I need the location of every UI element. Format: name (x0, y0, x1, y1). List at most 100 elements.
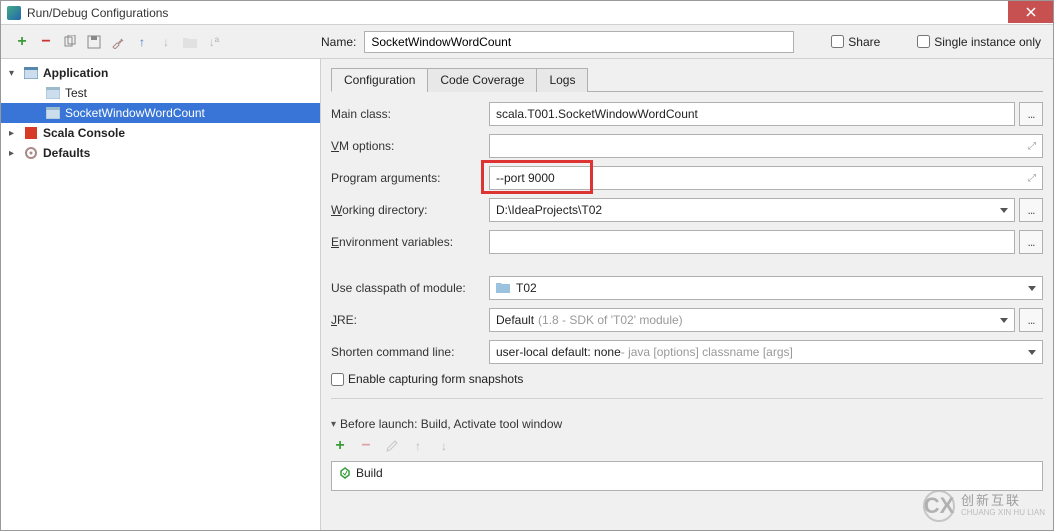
separator (331, 398, 1043, 399)
jre-value: Default (496, 313, 534, 327)
tree-node-application[interactable]: ▾ Application (1, 63, 320, 83)
tab-configuration[interactable]: Configuration (331, 68, 428, 92)
expand-icon[interactable]: ⤢ (1028, 141, 1036, 152)
tabs: Configuration Code Coverage Logs (331, 67, 1043, 92)
add-config-button[interactable]: + (13, 33, 31, 51)
module-icon (496, 281, 510, 296)
program-arguments-value: --port 9000 (496, 171, 555, 185)
enable-snapshots-checkbox-wrap[interactable]: Enable capturing form snapshots (331, 372, 523, 386)
move-up-button[interactable]: ↑ (133, 33, 151, 51)
environment-variables-label: Environment variables: (331, 235, 489, 249)
move-down-button[interactable]: ↓ (157, 33, 175, 51)
toolbar-right: Name: Share Single instance only (321, 31, 1053, 53)
config-tree: ▾ Application Test SocketWindowWordCount… (1, 59, 321, 530)
folder-icon (183, 36, 197, 48)
vm-options-field[interactable]: ⤢ (489, 134, 1043, 158)
gear-icon (23, 146, 39, 160)
share-checkbox-wrap[interactable]: Share (831, 35, 880, 49)
application-icon (45, 86, 61, 100)
sort-button[interactable]: ↓ª (205, 33, 223, 51)
expand-icon: ▸ (9, 128, 23, 139)
share-checkbox[interactable] (831, 35, 844, 48)
wrench-button[interactable] (109, 33, 127, 51)
name-label: Name: (321, 35, 356, 49)
working-directory-browse-button[interactable]: ... (1019, 198, 1043, 222)
working-directory-label: Working directory: (331, 203, 489, 217)
before-launch-toolbar: + − ↑ ↓ (331, 431, 1043, 461)
vm-options-label: VM options: (331, 139, 489, 153)
pencil-icon (386, 440, 398, 452)
main-class-browse-button[interactable]: ... (1019, 102, 1043, 126)
tree-node-defaults[interactable]: ▸ Defaults (1, 143, 320, 163)
watermark: CX 创新互联 CHUANG XIN HU LIAN (923, 490, 1045, 522)
build-icon (338, 466, 352, 480)
watermark-text-py: CHUANG XIN HU LIAN (961, 509, 1045, 518)
before-launch-item-label: Build (356, 466, 383, 480)
tab-logs[interactable]: Logs (536, 68, 588, 92)
tree-node-socketwindowwordcount[interactable]: SocketWindowWordCount (1, 103, 320, 123)
app-icon (7, 6, 21, 20)
bl-add-button[interactable]: + (331, 437, 349, 455)
jre-label: JRE: (331, 313, 489, 327)
program-arguments-field[interactable]: --port 9000 ⤢ (489, 166, 1043, 190)
environment-variables-browse-button[interactable]: ... (1019, 230, 1043, 254)
bl-down-button[interactable]: ↓ (435, 437, 453, 455)
copy-config-button[interactable] (61, 33, 79, 51)
environment-variables-field[interactable] (489, 230, 1015, 254)
content-area: Configuration Code Coverage Logs Main cl… (321, 59, 1053, 530)
jre-browse-button[interactable]: ... (1019, 308, 1043, 332)
classpath-combo[interactable]: T02 (489, 276, 1043, 300)
tree-node-test[interactable]: Test (1, 83, 320, 103)
expand-icon[interactable]: ⤢ (1028, 173, 1036, 184)
enable-snapshots-checkbox[interactable] (331, 373, 344, 386)
close-button[interactable] (1008, 1, 1053, 23)
single-instance-checkbox[interactable] (917, 35, 930, 48)
form-area: Main class: scala.T001.SocketWindowWordC… (331, 92, 1043, 501)
program-arguments-label: Program arguments: (331, 171, 489, 185)
tree-node-scala-console[interactable]: ▸ Scala Console (1, 123, 320, 143)
tree-label: Scala Console (43, 126, 125, 140)
shorten-combo[interactable]: user-local default: none - java [options… (489, 340, 1043, 364)
tree-label: Application (43, 66, 108, 80)
before-launch-section: ▾ Before launch: Build, Activate tool wi… (331, 411, 1043, 491)
close-icon (1026, 7, 1036, 17)
enable-snapshots-label: Enable capturing form snapshots (348, 372, 523, 386)
shorten-value: user-local default: none (496, 345, 621, 359)
tree-label: SocketWindowWordCount (65, 106, 205, 120)
working-directory-field[interactable]: D:\IdeaProjects\T02 (489, 198, 1015, 222)
single-instance-checkbox-wrap[interactable]: Single instance only (917, 35, 1041, 49)
main-class-label: Main class: (331, 107, 489, 121)
share-label: Share (848, 35, 880, 49)
folder-button[interactable] (181, 33, 199, 51)
name-input[interactable] (364, 31, 794, 53)
watermark-logo: CX (923, 490, 955, 522)
before-launch-item-build[interactable]: Build (338, 466, 383, 480)
collapse-icon: ▾ (331, 419, 336, 430)
bl-up-button[interactable]: ↑ (409, 437, 427, 455)
jre-hint: (1.8 - SDK of 'T02' module) (538, 313, 683, 327)
tree-label: Test (65, 86, 87, 100)
shorten-label: Shorten command line: (331, 345, 489, 359)
save-icon (87, 35, 101, 49)
application-icon (23, 66, 39, 80)
window-title: Run/Debug Configurations (27, 6, 1047, 20)
save-config-button[interactable] (85, 33, 103, 51)
scala-icon (23, 126, 39, 140)
classpath-label: Use classpath of module: (331, 281, 489, 295)
expand-icon: ▸ (9, 148, 23, 159)
bl-remove-button[interactable]: − (357, 437, 375, 455)
jre-combo[interactable]: Default (1.8 - SDK of 'T02' module) (489, 308, 1015, 332)
before-launch-list[interactable]: Build (331, 461, 1043, 491)
remove-config-button[interactable]: − (37, 33, 55, 51)
before-launch-title: Before launch: Build, Activate tool wind… (340, 417, 562, 431)
tab-code-coverage[interactable]: Code Coverage (427, 68, 537, 92)
main-class-field[interactable]: scala.T001.SocketWindowWordCount (489, 102, 1015, 126)
single-instance-label: Single instance only (934, 35, 1041, 49)
tree-label: Defaults (43, 146, 90, 160)
copy-icon (63, 35, 77, 49)
before-launch-header[interactable]: ▾ Before launch: Build, Activate tool wi… (331, 417, 1043, 431)
classpath-value: T02 (516, 281, 537, 295)
bl-edit-button[interactable] (383, 437, 401, 455)
working-directory-value: D:\IdeaProjects\T02 (496, 203, 602, 217)
expand-icon: ▾ (9, 68, 23, 79)
